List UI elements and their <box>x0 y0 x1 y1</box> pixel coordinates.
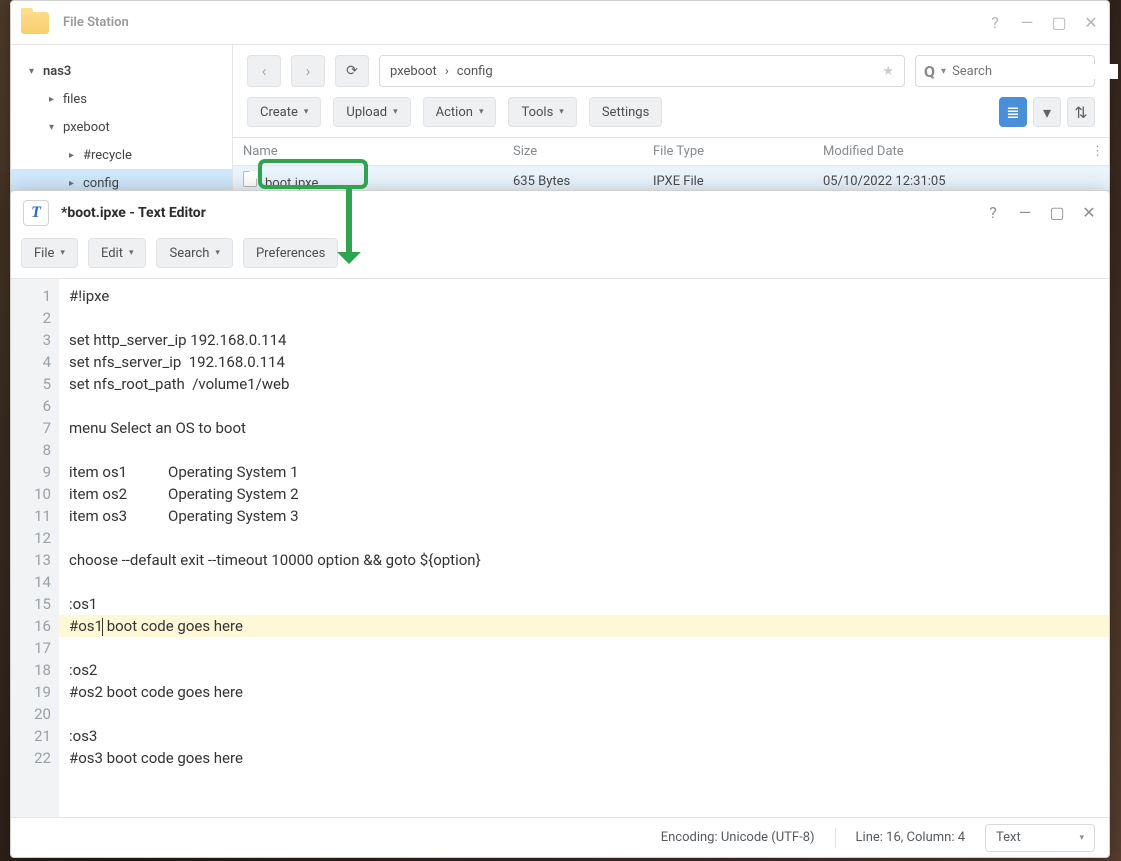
code-line[interactable]: :os3 <box>59 725 1109 747</box>
file-table: Name Size File Type Modified Date ⋮ boot… <box>233 137 1109 196</box>
forward-button[interactable]: › <box>291 55 325 87</box>
chevron-down-icon <box>49 122 57 133</box>
status-bar: Encoding: Unicode (UTF-8) Line: 16, Colu… <box>11 817 1109 857</box>
code-line[interactable]: item os2 Operating System 2 <box>59 483 1109 505</box>
tree-item-pxeboot[interactable]: pxeboot <box>11 113 232 141</box>
star-icon[interactable]: ★ <box>882 64 894 79</box>
code-line[interactable] <box>59 637 1109 659</box>
code-line[interactable]: :os2 <box>59 659 1109 681</box>
code-line[interactable] <box>59 527 1109 549</box>
syntax-mode-select[interactable]: Text ▾ <box>985 824 1095 852</box>
search-input[interactable] <box>952 64 1118 79</box>
folder-tree: nas3 files pxeboot #recycle config <box>11 45 233 194</box>
app-title: File Station <box>63 15 987 30</box>
file-menu[interactable]: File▾ <box>21 238 78 268</box>
help-icon[interactable]: ? <box>985 205 1001 221</box>
list-view-button[interactable]: ≣ <box>999 97 1027 127</box>
code-line[interactable] <box>59 703 1109 725</box>
file-station-window: File Station ? — ▢ ✕ nas3 files <box>10 0 1110 195</box>
tree-item-files[interactable]: files <box>11 85 232 113</box>
code-line[interactable]: set nfs_server_ip 192.168.0.114 <box>59 351 1109 373</box>
code-line[interactable] <box>59 571 1109 593</box>
settings-button[interactable]: Settings <box>589 97 662 127</box>
col-date[interactable]: Modified Date <box>813 144 1081 159</box>
view-options-button[interactable]: ▾ <box>1033 97 1061 127</box>
help-icon[interactable]: ? <box>987 15 1003 31</box>
code-line[interactable] <box>59 307 1109 329</box>
code-line[interactable]: #!ipxe <box>59 285 1109 307</box>
upload-button[interactable]: Upload▾ <box>333 97 410 127</box>
code-line[interactable]: item os1 Operating System 1 <box>59 461 1109 483</box>
maximize-icon[interactable]: ▢ <box>1049 205 1065 221</box>
maximize-icon[interactable]: ▢ <box>1051 15 1067 31</box>
cursor-position: Line: 16, Column: 4 <box>856 830 965 845</box>
search-icon: Q <box>924 62 935 81</box>
code-line[interactable]: set nfs_root_path /volume1/web <box>59 373 1109 395</box>
line-gutter: 12345678910111213141516171819202122 <box>11 279 59 817</box>
code-line[interactable]: #os2 boot code goes here <box>59 681 1109 703</box>
encoding-label: Encoding: Unicode (UTF-8) <box>661 830 815 845</box>
edit-menu[interactable]: Edit▾ <box>88 238 147 268</box>
code-editor[interactable]: 12345678910111213141516171819202122 #!ip… <box>11 279 1109 817</box>
code-line[interactable] <box>59 395 1109 417</box>
file-station-actions: Create▾ Upload▾ Action▾ Tools▾ Settings … <box>233 97 1109 137</box>
code-line[interactable] <box>59 439 1109 461</box>
col-name[interactable]: Name <box>233 144 503 159</box>
text-editor-menu: File▾ Edit▾ Search▾ Preferences <box>11 234 1109 279</box>
code-area[interactable]: #!ipxeset http_server_ip 192.168.0.114se… <box>59 279 1109 817</box>
preferences-menu[interactable]: Preferences <box>243 238 338 268</box>
more-options-icon[interactable]: ⋮ <box>1081 144 1109 159</box>
tree-root[interactable]: nas3 <box>11 57 232 85</box>
close-icon[interactable]: ✕ <box>1081 205 1097 221</box>
chevron-down-icon: ▾ <box>941 66 946 77</box>
chevron-right-icon <box>69 150 77 161</box>
col-type[interactable]: File Type <box>643 144 813 159</box>
breadcrumb[interactable]: pxeboot › config ★ <box>379 55 905 87</box>
search-menu[interactable]: Search▾ <box>156 238 232 268</box>
file-station-titlebar: File Station ? — ▢ ✕ <box>11 1 1109 44</box>
code-line[interactable]: set http_server_ip 192.168.0.114 <box>59 329 1109 351</box>
sort-button[interactable]: ⇅ <box>1067 97 1095 127</box>
code-line[interactable]: menu Select an OS to boot <box>59 417 1109 439</box>
chevron-right-icon: › <box>445 64 449 79</box>
chevron-right-icon <box>69 178 77 189</box>
code-line[interactable]: #os1 boot code goes here <box>59 615 1109 637</box>
tools-button[interactable]: Tools▾ <box>508 97 576 127</box>
tree-item-recycle[interactable]: #recycle <box>11 141 232 169</box>
minimize-icon[interactable]: — <box>1019 15 1035 31</box>
back-button[interactable]: ‹ <box>247 55 281 87</box>
code-line[interactable]: #os3 boot code goes here <box>59 747 1109 769</box>
code-line[interactable]: item os3 Operating System 3 <box>59 505 1109 527</box>
document-title: *boot.ipxe - Text Editor <box>61 205 973 221</box>
file-icon <box>243 171 257 187</box>
create-button[interactable]: Create▾ <box>247 97 321 127</box>
text-editor-titlebar: T *boot.ipxe - Text Editor ? — ▢ ✕ <box>11 191 1109 234</box>
search-box[interactable]: Q▾ <box>915 55 1095 87</box>
text-editor-icon: T <box>23 200 49 226</box>
file-station-toolbar: ‹ › ⟳ pxeboot › config ★ Q▾ <box>233 45 1109 97</box>
code-line[interactable]: :os1 <box>59 593 1109 615</box>
chevron-down-icon: ▾ <box>1079 833 1084 843</box>
chevron-right-icon <box>49 94 57 105</box>
close-icon[interactable]: ✕ <box>1083 15 1099 31</box>
minimize-icon[interactable]: — <box>1017 205 1033 221</box>
action-button[interactable]: Action▾ <box>423 97 497 127</box>
folder-icon <box>21 12 49 34</box>
text-editor-window: T *boot.ipxe - Text Editor ? — ▢ ✕ File▾… <box>10 190 1110 858</box>
code-line[interactable]: choose --default exit --timeout 10000 op… <box>59 549 1109 571</box>
table-header: Name Size File Type Modified Date ⋮ <box>233 138 1109 166</box>
chevron-down-icon <box>29 66 37 77</box>
col-size[interactable]: Size <box>503 144 643 159</box>
refresh-button[interactable]: ⟳ <box>335 55 369 87</box>
